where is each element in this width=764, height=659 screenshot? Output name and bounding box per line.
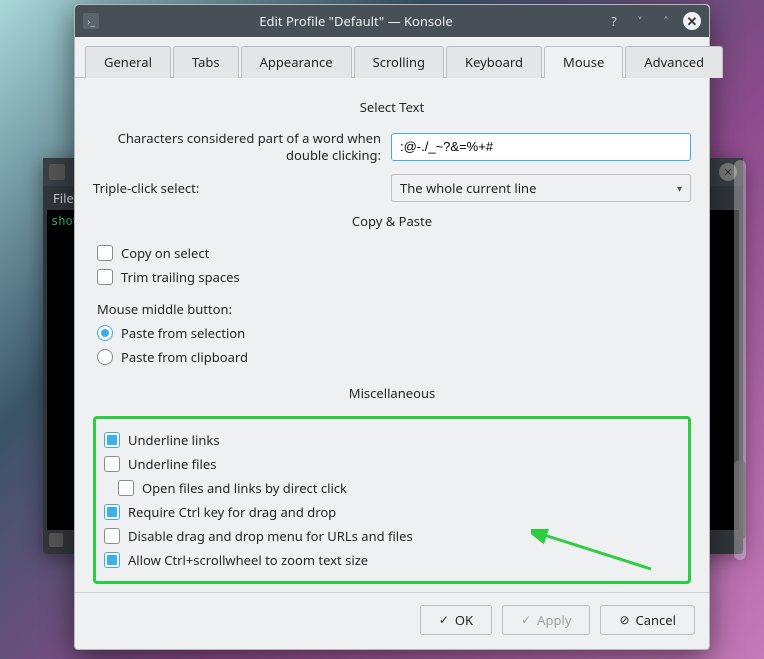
require-ctrl-checkbox[interactable]: [104, 504, 120, 520]
allow-scroll-zoom-label: Allow Ctrl+scrollwheel to zoom text size: [128, 551, 368, 569]
section-misc: Miscellaneous: [93, 384, 691, 402]
cancel-icon: ⊘: [619, 611, 629, 628]
ok-label: OK: [455, 611, 473, 629]
ok-button[interactable]: ✓ OK: [420, 605, 492, 635]
tab-scrolling[interactable]: Scrolling: [354, 46, 444, 78]
tab-mouse[interactable]: Mouse: [544, 46, 623, 78]
word-chars-label: Characters considered part of a word whe…: [93, 130, 391, 164]
check-icon: ✓: [521, 611, 531, 628]
allow-scroll-zoom-checkbox[interactable]: [104, 552, 120, 568]
tab-appearance[interactable]: Appearance: [241, 46, 352, 78]
section-copy-paste: Copy & Paste: [93, 212, 691, 230]
tab-tabs[interactable]: Tabs: [173, 46, 239, 78]
underline-files-checkbox[interactable]: [104, 456, 120, 472]
edit-profile-dialog: ›_ Edit Profile "Default" — Konsole ? ˅ …: [74, 4, 710, 650]
disable-dnd-checkbox[interactable]: [104, 528, 120, 544]
triple-click-value: The whole current line: [400, 179, 536, 197]
cancel-label: Cancel: [636, 611, 676, 629]
help-icon[interactable]: ?: [605, 12, 623, 30]
middle-button-label: Mouse middle button:: [97, 300, 691, 318]
apply-label: Apply: [537, 611, 571, 629]
underline-files-label: Underline files: [128, 455, 216, 473]
copy-on-select-checkbox[interactable]: [97, 245, 113, 261]
tab-advanced[interactable]: Advanced: [625, 46, 723, 78]
terminal-icon: [49, 533, 63, 547]
tab-keyboard[interactable]: Keyboard: [446, 46, 542, 78]
maximize-icon[interactable]: ˄: [657, 12, 675, 30]
underline-links-checkbox[interactable]: [104, 432, 120, 448]
chevron-down-icon: ▾: [677, 181, 682, 195]
close-icon[interactable]: ✕: [683, 12, 701, 30]
bg-scrollbar-thumb: [734, 460, 746, 540]
tab-bar: General Tabs Appearance Scrolling Keyboa…: [75, 37, 709, 78]
paste-clipboard-label: Paste from clipboard: [121, 348, 248, 366]
minimize-icon[interactable]: ˅: [631, 12, 649, 30]
require-ctrl-label: Require Ctrl key for drag and drop: [128, 503, 336, 521]
window-title: Edit Profile "Default" — Konsole: [107, 12, 605, 30]
titlebar[interactable]: ›_ Edit Profile "Default" — Konsole ? ˅ …: [75, 5, 709, 37]
annotation-highlight-box: Underline links Underline files Open fil…: [93, 416, 691, 584]
underline-links-label: Underline links: [128, 431, 220, 449]
triple-click-label: Triple-click select:: [93, 179, 391, 197]
trim-trailing-label: Trim trailing spaces: [121, 268, 240, 286]
paste-clipboard-radio[interactable]: [97, 349, 113, 365]
check-icon: ✓: [439, 611, 449, 628]
section-select-text: Select Text: [93, 98, 691, 116]
dialog-footer: ✓ OK ✓ Apply ⊘ Cancel: [75, 592, 709, 649]
window-icon: ›_: [83, 13, 99, 29]
paste-selection-radio[interactable]: [97, 325, 113, 341]
apply-button[interactable]: ✓ Apply: [502, 605, 590, 635]
terminal-icon: [49, 164, 65, 180]
tab-general[interactable]: General: [85, 46, 171, 78]
word-chars-input[interactable]: [391, 133, 691, 161]
cancel-button[interactable]: ⊘ Cancel: [600, 605, 695, 635]
open-direct-checkbox[interactable]: [118, 480, 134, 496]
bg-scrollbar: [734, 160, 746, 560]
open-direct-label: Open files and links by direct click: [142, 479, 347, 497]
triple-click-select[interactable]: The whole current line ▾: [391, 174, 691, 202]
trim-trailing-checkbox[interactable]: [97, 269, 113, 285]
copy-on-select-label: Copy on select: [121, 244, 209, 262]
disable-dnd-label: Disable drag and drop menu for URLs and …: [128, 527, 413, 545]
paste-selection-label: Paste from selection: [121, 324, 245, 342]
tab-panel-mouse: Select Text Characters considered part o…: [75, 78, 709, 592]
